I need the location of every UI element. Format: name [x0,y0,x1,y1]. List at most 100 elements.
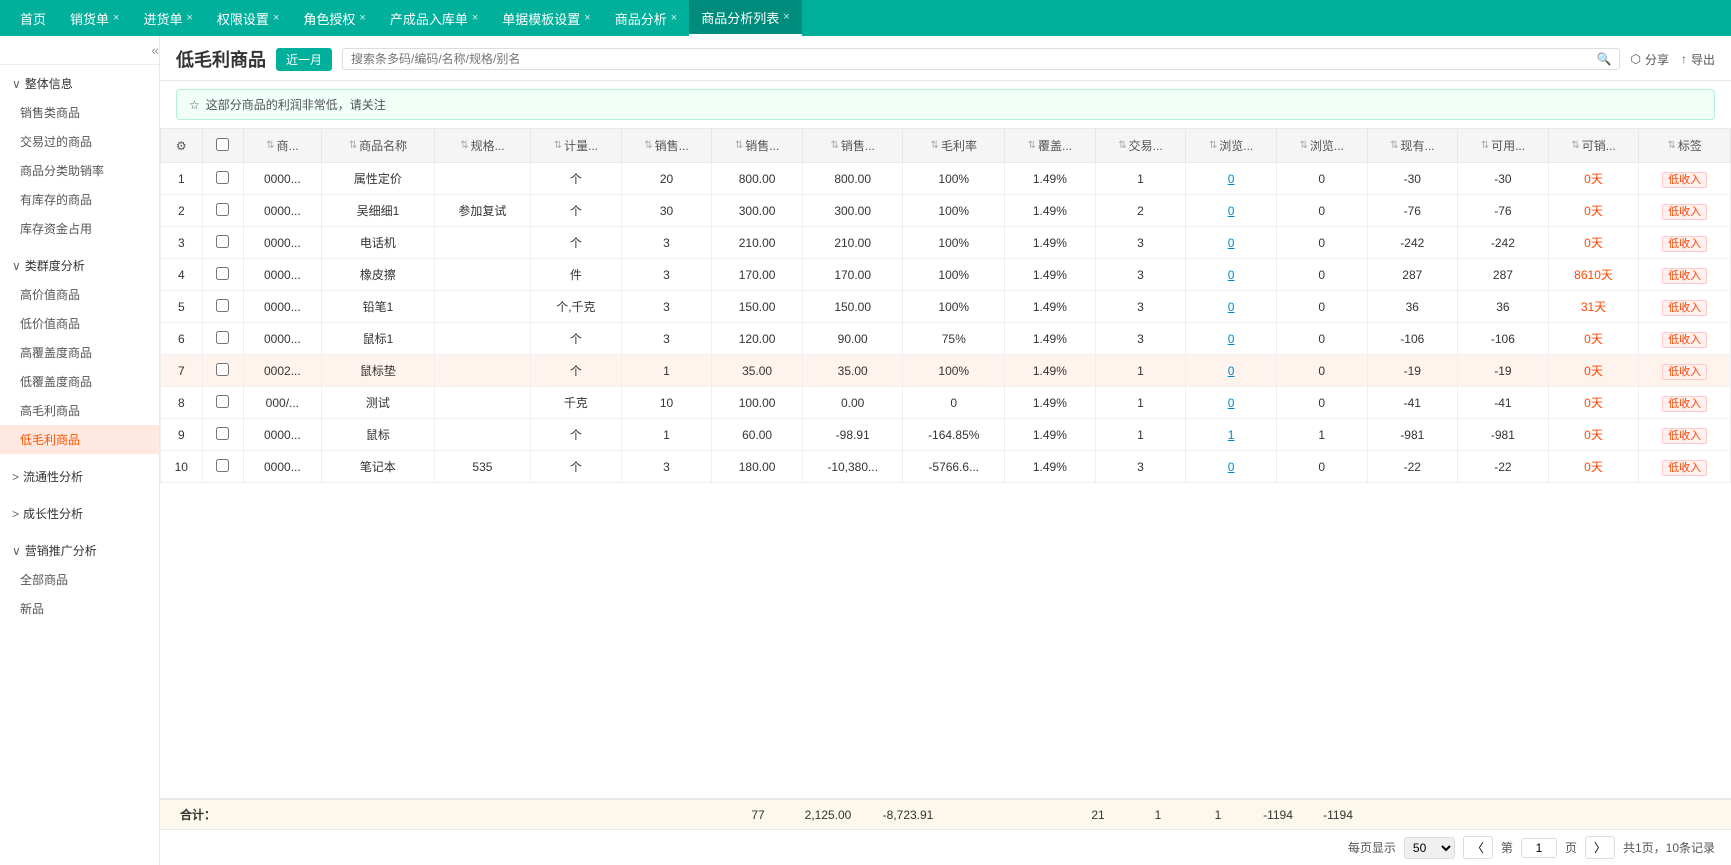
filter-button[interactable]: 近一月 [276,48,332,71]
next-page-button[interactable]: 〉 [1585,836,1615,859]
browse-link[interactable]: 0 [1228,236,1235,250]
browse-link[interactable]: 0 [1228,172,1235,186]
sidebar-group-header-0[interactable]: ∨整体信息 [0,69,159,98]
row-checkbox[interactable] [216,267,229,280]
page-number-input[interactable] [1521,838,1557,858]
col-header-coverage[interactable]: ⇅覆盖... [1005,129,1096,163]
table-container[interactable]: ⚙⇅商...⇅商品名称⇅规格...⇅计量...⇅销售...⇅销售...⇅销售..… [160,128,1731,798]
nav-close-icon[interactable]: × [472,12,478,24]
col-header-transaction[interactable]: ⇅交易... [1095,129,1186,163]
row-checkbox[interactable] [216,299,229,312]
sidebar-item-商品分类助销率[interactable]: 商品分类助销率 [0,156,159,185]
col-header-browse2[interactable]: ⇅浏览... [1276,129,1367,163]
col-header-available_stock[interactable]: ⇅可用... [1458,129,1549,163]
total-cell-2 [448,808,508,822]
browse-link[interactable]: 0 [1228,204,1235,218]
cell-current_stock: -22 [1367,451,1458,483]
nav-close-icon[interactable]: × [783,11,789,23]
row-checkbox[interactable] [216,363,229,376]
sidebar-item-低覆盖度商品[interactable]: 低覆盖度商品 [0,367,159,396]
col-header-browse1[interactable]: ⇅浏览... [1186,129,1277,163]
nav-close-icon[interactable]: × [186,12,192,24]
cell-available_stock: -106 [1458,323,1549,355]
col-header-sales_profit[interactable]: ⇅销售... [802,129,903,163]
col-header-tag[interactable]: ⇅标签 [1639,129,1731,163]
sidebar-item-库存资金占用[interactable]: 库存资金占用 [0,214,159,243]
nav-item-销货单[interactable]: 销货单 × [58,0,131,36]
browse-link[interactable]: 0 [1228,460,1235,474]
sidebar-item-低价值商品[interactable]: 低价值商品 [0,309,159,338]
col-header-current_stock[interactable]: ⇅现有... [1367,129,1458,163]
col-header-sales_qty[interactable]: ⇅销售... [621,129,712,163]
browse-link[interactable]: 0 [1228,332,1235,346]
col-header-sales_amount[interactable]: ⇅销售... [712,129,803,163]
sidebar-group-header-2[interactable]: >流通性分析 [0,462,159,491]
row-checkbox[interactable] [216,171,229,184]
sidebar-item-有库存的商品[interactable]: 有库存的商品 [0,185,159,214]
col-header-gross_rate[interactable]: ⇅毛利率 [903,129,1005,163]
nav-item-商品分析列表[interactable]: 商品分析列表 × [689,0,801,36]
nav-item-角色授权[interactable]: 角色授权 × [291,0,377,36]
search-input[interactable] [351,52,1593,66]
nav-close-icon[interactable]: × [273,12,279,24]
cell-available_stock: 287 [1458,259,1549,291]
nav-item-首页[interactable]: 首页 [8,0,58,36]
sidebar-item-高价值商品[interactable]: 高价值商品 [0,280,159,309]
per-page-select[interactable]: 50 100 200 [1404,837,1455,859]
sidebar-item-低毛利商品[interactable]: 低毛利商品 [0,425,159,454]
sidebar-group-header-1[interactable]: ∨类群度分析 [0,251,159,280]
nav-close-icon[interactable]: × [671,12,677,24]
sidebar-section-3: >成长性分析 [0,495,159,532]
cell-sellable_days: 0天 [1548,163,1639,195]
cell-browse2: 0 [1276,355,1367,387]
cell-unit: 个 [531,355,622,387]
sidebar-item-高覆盖度商品[interactable]: 高覆盖度商品 [0,338,159,367]
sidebar-group-header-4[interactable]: ∨营销推广分析 [0,536,159,565]
browse-link[interactable]: 0 [1228,268,1235,282]
search-icon[interactable]: 🔍 [1597,52,1612,66]
settings-icon[interactable]: ⚙ [176,139,187,153]
share-button[interactable]: ⬡ 分享 [1630,51,1669,68]
sidebar-item-高毛利商品[interactable]: 高毛利商品 [0,396,159,425]
row-checkbox[interactable] [216,395,229,408]
browse-link[interactable]: 1 [1228,428,1235,442]
browse-link[interactable]: 0 [1228,396,1235,410]
nav-item-单据模板设置[interactable]: 单据模板设置 × [490,0,602,36]
row-checkbox[interactable] [216,427,229,440]
cell-coverage: 1.49% [1005,259,1096,291]
nav-close-icon[interactable]: × [113,12,119,24]
sidebar-collapse-button[interactable]: « [0,36,159,65]
export-button[interactable]: ↑ 导出 [1681,51,1715,68]
select-all-checkbox[interactable] [216,138,229,151]
col-header-code[interactable]: ⇅商... [243,129,321,163]
sidebar-item-全部商品[interactable]: 全部商品 [0,565,159,594]
cell-browse1: 0 [1186,387,1277,419]
col-header-name[interactable]: ⇅商品名称 [322,129,435,163]
row-checkbox[interactable] [216,331,229,344]
cell-gross_rate: 100% [903,291,1005,323]
cell-sales_profit: 300.00 [802,195,903,227]
nav-close-icon[interactable]: × [359,12,365,24]
nav-item-进货单[interactable]: 进货单 × [131,0,204,36]
sidebar-item-交易过的商品[interactable]: 交易过的商品 [0,127,159,156]
nav-item-产成品入库单[interactable]: 产成品入库单 × [378,0,490,36]
cell-tag: 低收入 [1639,323,1731,355]
row-checkbox[interactable] [216,459,229,472]
nav-item-商品分析[interactable]: 商品分析 × [603,0,689,36]
cell-name: 吴细细1 [322,195,435,227]
sidebar-item-销售类商品[interactable]: 销售类商品 [0,98,159,127]
sidebar-group-header-3[interactable]: >成长性分析 [0,499,159,528]
nav-item-权限设置[interactable]: 权限设置 × [205,0,291,36]
prev-page-button[interactable]: 〈 [1463,836,1493,859]
row-checkbox[interactable] [216,235,229,248]
row-checkbox[interactable] [216,203,229,216]
col-header-unit[interactable]: ⇅计量... [531,129,622,163]
browse-link[interactable]: 0 [1228,300,1235,314]
col-header-sellable_days[interactable]: ⇅可销... [1548,129,1639,163]
col-header-spec[interactable]: ⇅规格... [434,129,530,163]
sidebar-item-新品[interactable]: 新品 [0,594,159,623]
nav-close-icon[interactable]: × [584,12,590,24]
total-cell-9 [948,808,1008,822]
browse-link[interactable]: 0 [1228,364,1235,378]
cell-transaction: 3 [1095,323,1186,355]
